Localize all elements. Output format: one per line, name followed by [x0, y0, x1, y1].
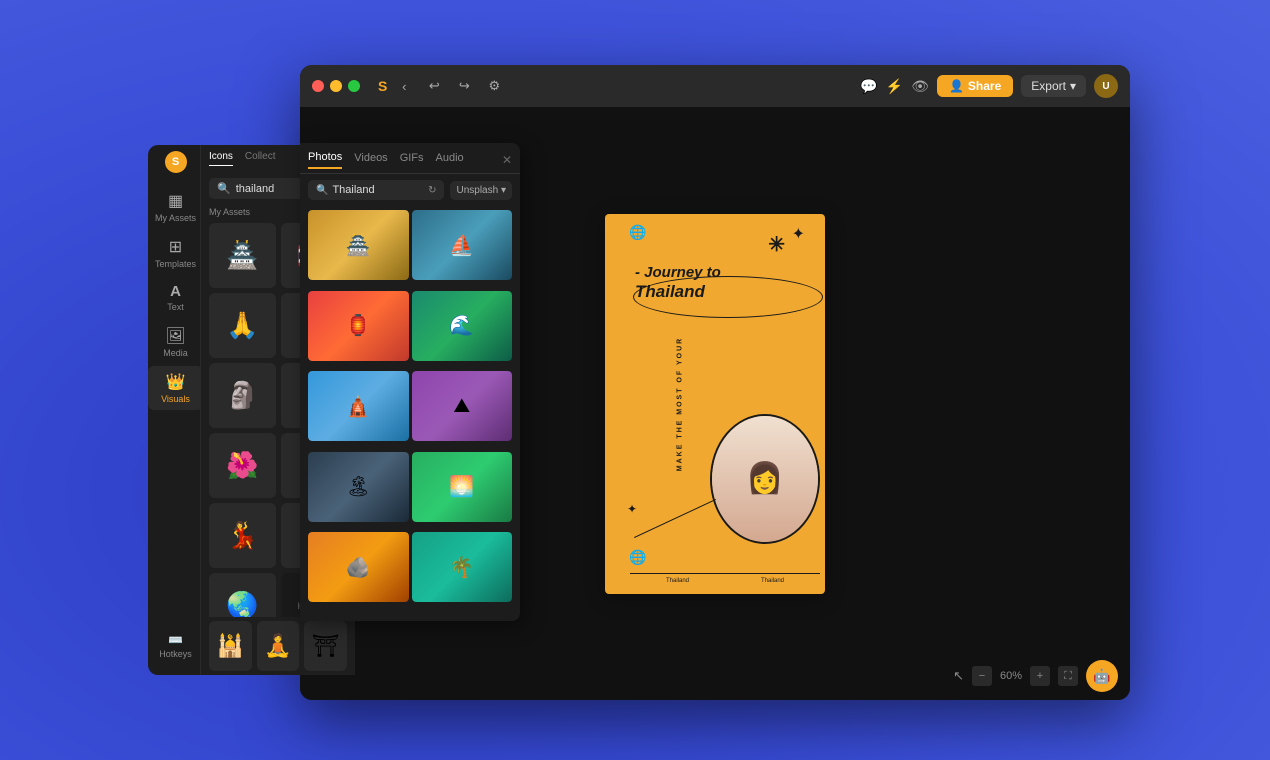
keyboard-icon: ⌨️ [168, 633, 183, 647]
search-magnifier-icon: 🔍 [316, 185, 328, 196]
photo-item-1[interactable]: 🏯 [308, 210, 409, 280]
icon-item-flower[interactable]: 🌺 [209, 433, 276, 498]
close-media-panel-button[interactable]: ✕ [502, 153, 512, 167]
text-icon: A [170, 283, 181, 300]
journey-headline: - Journey to Thailand [635, 264, 820, 302]
chevron-icon: ▾ [501, 185, 506, 196]
sidebar-item-my-assets[interactable]: ▦ My Assets [148, 185, 203, 229]
export-button[interactable]: Export ▾ [1021, 75, 1086, 97]
search-icon: 🔍 [217, 182, 231, 195]
sidebar-item-media[interactable]: 🖼 Media [148, 320, 203, 364]
settings-button[interactable]: ⚙ [481, 73, 507, 99]
search-refresh-icon[interactable]: ↻ [428, 185, 436, 196]
visuals-label: Visuals [161, 394, 190, 404]
icon-item-statue[interactable]: 🗿 [209, 363, 276, 428]
photo-item-9[interactable]: 🪨 [308, 532, 409, 602]
visuals-icon: 👑 [166, 372, 186, 392]
tab-photos[interactable]: Photos [308, 151, 342, 169]
sidebar-item-text[interactable]: A Text [148, 277, 203, 318]
photo-item-8[interactable]: 🌅 [412, 452, 513, 522]
hotkeys-label: Hotkeys [159, 649, 192, 659]
design-card: 🌐 MAKE THE MOST OF YOUR ✳ ✦ - Journey to… [605, 214, 825, 594]
avatar: U [1094, 74, 1118, 98]
zoom-out-btn[interactable]: − [972, 666, 992, 686]
templates-icon: ⊞ [169, 237, 182, 257]
maximize-button[interactable] [348, 80, 360, 92]
main-toolbar-right: 💬 ⚡ 👁 👤 Share Export ▾ U [860, 74, 1118, 98]
person-photo: 👩 [710, 414, 820, 544]
preview-icon[interactable]: 👁 [911, 78, 929, 95]
main-toolbar: S ‹ ↩ ↪ ⚙ [378, 73, 507, 99]
globe-bottom-icon: 🌐 [629, 549, 646, 566]
sidebar-item-templates[interactable]: ⊞ Templates [148, 231, 203, 275]
text-label: Text [167, 302, 184, 312]
globe-top-icon: 🌐 [629, 224, 646, 241]
minimize-button[interactable] [330, 80, 342, 92]
icon-item-stupa[interactable]: 🕌 [209, 621, 252, 671]
diagonal-line [634, 499, 716, 538]
collab-icon: 💬 [860, 78, 877, 95]
assets-icon: ▦ [168, 191, 183, 211]
photo-grid: 🏯 ⛵ 🏮 🌊 🛕 ⛰ 🏝 🌅 🪨 🌴 [300, 206, 520, 614]
media-search-row: 🔍 Thailand ↻ Unsplash ▾ [300, 174, 520, 206]
templates-label: Templates [155, 259, 196, 269]
media-icon: 🖼 [165, 326, 185, 346]
sparkle-left-icon: ✦ [627, 502, 637, 516]
undo-button[interactable]: ↩ [421, 73, 447, 99]
tab-audio[interactable]: Audio [436, 152, 464, 168]
photo-item-2[interactable]: ⛵ [412, 210, 513, 280]
zoom-level: 60% [1000, 670, 1022, 682]
zoom-in-btn[interactable]: + [1030, 666, 1050, 686]
icon-item-globe[interactable]: 🌏 [209, 573, 276, 617]
lightning-icon: ⚡ [886, 78, 903, 95]
bottom-icons-row: 🕌 🧘 ⛩ [201, 617, 355, 675]
titlebar: S ‹ ↩ ↪ ⚙ 💬 ⚡ 👁 👤 Share Export ▾ U [300, 65, 1130, 107]
back-button[interactable]: ‹ [391, 73, 417, 99]
photo-item-5[interactable]: 🛕 [308, 371, 409, 441]
vertical-text: MAKE THE MOST OF YOUR [677, 336, 684, 470]
my-assets-label: My Assets [155, 213, 196, 223]
sidebar-item-visuals[interactable]: 👑 Visuals [148, 366, 203, 410]
close-button[interactable] [312, 80, 324, 92]
photo-item-10[interactable]: 🌴 [412, 532, 513, 602]
sparkle-top-icon: ✦ [792, 224, 805, 244]
icon-item-temple-small[interactable]: ⛩ [304, 621, 347, 671]
media-tabs: Photos Videos GIFs Audio ✕ [300, 143, 520, 174]
redo-button[interactable]: ↪ [451, 73, 477, 99]
media-panel: Photos Videos GIFs Audio ✕ 🔍 Thailand ↻ … [300, 143, 520, 621]
cursor-tool[interactable]: ↖ [953, 668, 964, 684]
tab-gifs[interactable]: GIFs [400, 152, 424, 168]
photo-item-6[interactable]: ⛰ [412, 371, 513, 441]
user-plus-icon: 👤 [949, 79, 964, 93]
tab-collect[interactable]: Collect [245, 151, 276, 166]
icon-item-pray[interactable]: 🙏 [209, 293, 276, 358]
app-logo-small: S [165, 151, 187, 173]
provider-selector[interactable]: Unsplash ▾ [450, 181, 512, 200]
app-logo-main: S [378, 78, 387, 94]
icon-item-temple-gold[interactable]: 🏯 [209, 223, 276, 288]
media-label: Media [163, 348, 188, 358]
traffic-lights [312, 80, 360, 92]
photo-item-3[interactable]: 🏮 [308, 291, 409, 361]
bottom-labels: Thailand Thailand [630, 573, 820, 584]
tab-icons[interactable]: Icons [209, 151, 233, 166]
share-button[interactable]: 👤 Share [937, 75, 1013, 97]
tab-videos[interactable]: Videos [354, 152, 387, 168]
hotkeys-button[interactable]: ⌨️ Hotkeys [148, 627, 203, 665]
chevron-down-icon: ▾ [1070, 79, 1076, 93]
photo-item-4[interactable]: 🌊 [412, 291, 513, 361]
full-left-panel: S ▦ My Assets ⊞ Templates A Text 🖼 Media… [148, 145, 203, 675]
ai-assistant-button[interactable]: 🤖 [1086, 660, 1118, 692]
asterisk-icon: ✳ [768, 232, 785, 257]
photo-item-7[interactable]: 🏝 [308, 452, 409, 522]
icon-item-buddha[interactable]: 🧘 [257, 621, 300, 671]
media-search-input[interactable]: 🔍 Thailand ↻ [308, 180, 444, 200]
search-value: Thailand [332, 184, 374, 196]
icon-item-dancer[interactable]: 💃 [209, 503, 276, 568]
fit-screen-btn[interactable]: ⛶ [1058, 666, 1078, 686]
canvas-footer: ↖ − 60% + ⛶ 🤖 [953, 660, 1118, 692]
